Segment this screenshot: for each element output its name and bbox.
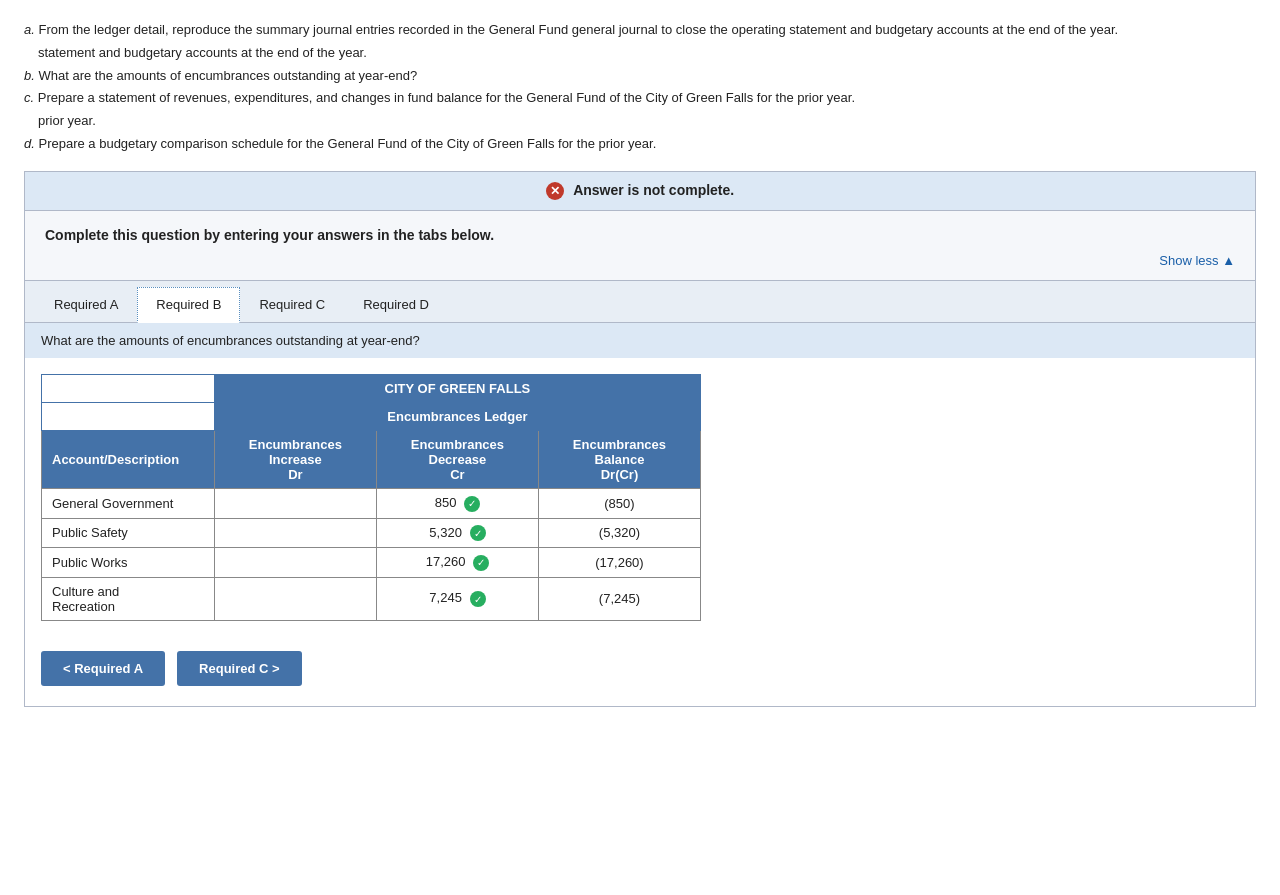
prev-button[interactable]: < Required A (41, 651, 165, 686)
complete-instruction-text: Complete this question by entering your … (25, 211, 1255, 247)
instruction-d-text: Prepare a budgetary comparison schedule … (38, 136, 656, 151)
row-enc-increase-1 (214, 518, 376, 548)
row-account-3: Culture andRecreation (42, 577, 215, 620)
check-icon-3: ✓ (470, 591, 486, 607)
tab-required-d[interactable]: Required D (344, 287, 448, 322)
row-enc-increase-0 (214, 489, 376, 519)
col-header-account: Account/Description (42, 431, 215, 489)
enc-decrease-value-3: 7,245 (429, 590, 462, 605)
nav-buttons: < Required A Required C > (25, 641, 1255, 706)
instructions: a. From the ledger detail, reproduce the… (24, 20, 1256, 155)
table-ledger-spacer (42, 403, 215, 431)
instruction-b-label: b. (24, 68, 35, 83)
answer-status-banner: ✕ Answer is not complete. (25, 172, 1255, 211)
instruction-c-label: c. (24, 90, 34, 105)
instruction-a-cont: statement and budgetary accounts at the … (24, 43, 1256, 64)
row-enc-increase-3 (214, 577, 376, 620)
answer-box: ✕ Answer is not complete. Complete this … (24, 171, 1256, 707)
row-enc-decrease-0: 850 ✓ (376, 489, 538, 519)
col-header-enc-balance: EncumbrancesBalanceDr(Cr) (538, 431, 700, 489)
row-enc-increase-2 (214, 548, 376, 578)
tab-required-c[interactable]: Required C (240, 287, 344, 322)
row-account-0: General Government (42, 489, 215, 519)
show-less-button[interactable]: Show less ▲ (25, 247, 1255, 280)
next-button[interactable]: Required C > (177, 651, 302, 686)
enc-decrease-value-2: 17,260 (426, 554, 466, 569)
table-ledger-name: Encumbrances Ledger (214, 403, 700, 431)
instruction-c-text: Prepare a statement of revenues, expendi… (38, 90, 855, 105)
row-enc-balance-2: (17,260) (538, 548, 700, 578)
tab-content: What are the amounts of encumbrances out… (25, 322, 1255, 706)
row-account-1: Public Safety (42, 518, 215, 548)
show-less-label: Show less ▲ (1159, 253, 1235, 268)
check-icon-2: ✓ (473, 555, 489, 571)
question-bar: What are the amounts of encumbrances out… (25, 323, 1255, 358)
row-account-2: Public Works (42, 548, 215, 578)
row-enc-decrease-3: 7,245 ✓ (376, 577, 538, 620)
row-enc-balance-1: (5,320) (538, 518, 700, 548)
row-enc-balance-0: (850) (538, 489, 700, 519)
tabs-row: Required A Required B Required C Require… (25, 280, 1255, 322)
tab-required-b[interactable]: Required B (137, 287, 240, 323)
instruction-c-cont: prior year. (24, 111, 1256, 132)
check-icon-1: ✓ (470, 525, 486, 541)
row-enc-decrease-1: 5,320 ✓ (376, 518, 538, 548)
answer-status-text: Answer is not complete. (573, 182, 734, 198)
table-city-name-text: CITY OF GREEN FALLS (214, 375, 700, 403)
table-section: CITY OF GREEN FALLS Encumbrances Ledger … (25, 358, 1255, 641)
table-city-name (42, 375, 215, 403)
instruction-a-text: From the ledger detail, reproduce the su… (38, 22, 1118, 37)
instruction-a-label: a. (24, 22, 35, 37)
row-enc-balance-3: (7,245) (538, 577, 700, 620)
table-row: Public Works 17,260 ✓ (17,260) (42, 548, 701, 578)
table-row: General Government 850 ✓ (850) (42, 489, 701, 519)
col-header-enc-increase: EncumbrancesIncreaseDr (214, 431, 376, 489)
enc-decrease-value-0: 850 (435, 495, 457, 510)
check-icon-0: ✓ (464, 496, 480, 512)
table-row: Public Safety 5,320 ✓ (5,320) (42, 518, 701, 548)
question-text: What are the amounts of encumbrances out… (41, 333, 420, 348)
tab-required-a[interactable]: Required A (35, 287, 137, 322)
ledger-table: CITY OF GREEN FALLS Encumbrances Ledger … (41, 374, 701, 621)
row-enc-decrease-2: 17,260 ✓ (376, 548, 538, 578)
x-icon: ✕ (546, 182, 564, 200)
col-header-enc-decrease: EncumbrancesDecreaseCr (376, 431, 538, 489)
instruction-b-text: What are the amounts of encumbrances out… (38, 68, 417, 83)
enc-decrease-value-1: 5,320 (429, 525, 462, 540)
instruction-d-label: d. (24, 136, 35, 151)
table-row: Culture andRecreation 7,245 ✓ (7,245) (42, 577, 701, 620)
